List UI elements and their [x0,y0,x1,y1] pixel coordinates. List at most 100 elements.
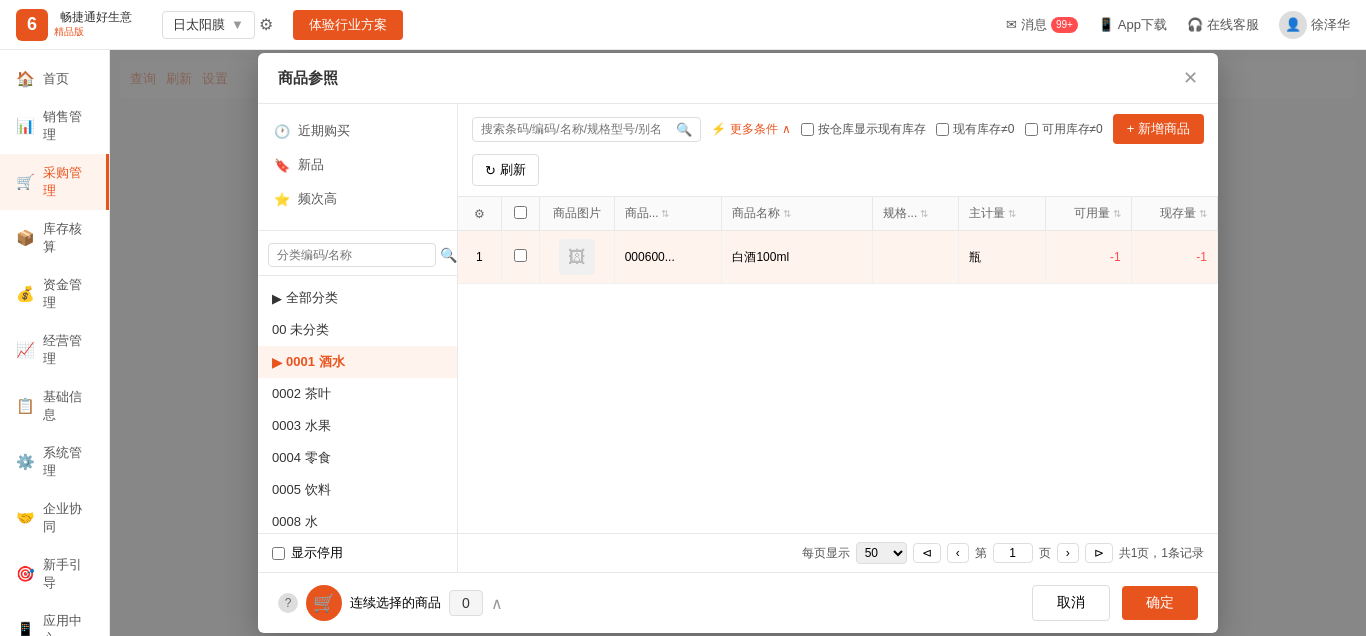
sidebar-item-collab[interactable]: 🤝 企业协同 [0,490,109,546]
select-all-checkbox[interactable] [514,206,527,219]
sidebar-item-management[interactable]: 📈 经营管理 [0,322,109,378]
logo-area: 6 畅捷通好生意 精品版 [16,9,132,41]
sidebar-item-guide[interactable]: 🎯 新手引导 [0,546,109,602]
divider [258,230,457,231]
sidebar-item-finance[interactable]: 💰 资金管理 [0,266,109,322]
current-stock-checkbox-label[interactable]: 现有库存≠0 [936,121,1014,138]
th-checkbox[interactable] [501,197,540,231]
clock-icon: 🕐 [274,124,290,139]
category-0005[interactable]: 0005 饮料 [258,474,457,506]
store-selector[interactable]: 日太阳膜 ▼ [162,11,255,39]
tab-recent-purchase[interactable]: 🕐 近期购买 [258,114,457,148]
app-download-button[interactable]: 📱 App下载 [1098,16,1167,34]
tab-new-products[interactable]: 🔖 新品 [258,148,457,182]
current-stock-checkbox[interactable] [936,123,949,136]
collab-icon: 🤝 [16,509,35,527]
th-name[interactable]: 商品名称 [722,197,873,231]
available-stock-checkbox[interactable] [1025,123,1038,136]
tab-frequent[interactable]: ⭐ 频次高 [258,182,457,216]
product-search-bar[interactable]: 🔍 [472,117,701,142]
table-row[interactable]: 1 🖼 000600... 白酒100ml [458,231,1218,284]
star-icon: ⭐ [274,192,290,207]
sidebar-item-apps[interactable]: 📱 应用中心 [0,602,109,636]
help-icon[interactable]: ? [278,593,298,613]
th-code[interactable]: 商品... [614,197,722,231]
category-0002-label: 0002 茶叶 [272,385,331,403]
show-disabled-checkbox[interactable] [272,547,285,560]
sidebar-item-purchase[interactable]: 🛒 采购管理 [0,154,109,210]
th-stock[interactable]: 现存量 [1131,197,1217,231]
category-all[interactable]: ▶ 全部分类 [258,282,457,314]
confirm-button[interactable]: 确定 [1122,586,1198,620]
total-info: 共1页，1条记录 [1119,545,1204,562]
category-0001[interactable]: ▶ 0001 酒水 [258,346,457,378]
category-search-input[interactable] [268,243,436,267]
modal-title: 商品参照 [278,69,338,88]
refresh-button[interactable]: ↻ 刷新 [472,154,539,186]
category-0004-label: 0004 零食 [272,449,331,467]
th-available[interactable]: 可用量 [1045,197,1131,231]
filter-button[interactable]: ⚡ 更多条件 ∧ [711,121,791,138]
settings-button[interactable]: ⚙ [255,11,277,38]
store-arrow-icon: ▼ [231,17,244,32]
sidebar-label-sales: 销售管理 [43,108,93,144]
sidebar-item-basic[interactable]: 📋 基础信息 [0,378,109,434]
last-page-button[interactable]: ⊳ [1085,543,1113,563]
sidebar-item-home[interactable]: 🏠 首页 [0,60,109,98]
next-page-button[interactable]: › [1057,543,1079,563]
available-stock-checkbox-label[interactable]: 可用库存≠0 [1025,121,1103,138]
warehouse-stock-checkbox-label[interactable]: 按仓库显示现有库存 [801,121,926,138]
th-spec[interactable]: 规格... [873,197,959,231]
pagination-row: 每页显示 50 20 100 ⊲ ‹ 第 页 › [458,533,1218,572]
service-label: 在线客服 [1207,16,1259,34]
category-0008[interactable]: 0008 水 [258,506,457,533]
prev-page-button[interactable]: ‹ [947,543,969,563]
category-0004[interactable]: 0004 零食 [258,442,457,474]
product-search-input[interactable] [481,122,672,136]
page-input[interactable] [993,543,1033,563]
category-0003[interactable]: 0003 水果 [258,410,457,442]
sidebar-label-purchase: 采购管理 [43,164,90,200]
message-button[interactable]: ✉ 消息 99+ [1006,16,1078,34]
row-checkbox[interactable] [514,249,527,262]
show-disabled-row: 显示停用 [258,533,457,572]
inventory-icon: 📦 [16,229,35,247]
main-layout: 🏠 首页 📊 销售管理 🛒 采购管理 📦 库存核算 💰 资金管理 📈 经营管理 … [0,50,1366,636]
modal-close-button[interactable]: ✕ [1183,67,1198,89]
add-product-button[interactable]: + 新增商品 [1113,114,1204,144]
user-name: 徐泽华 [1311,16,1350,34]
sidebar-label-collab: 企业协同 [43,500,93,536]
sidebar-item-system[interactable]: ⚙️ 系统管理 [0,434,109,490]
category-00[interactable]: 00 未分类 [258,314,457,346]
filter-arrow-icon: ∧ [782,122,791,136]
category-0002[interactable]: 0002 茶叶 [258,378,457,410]
message-icon: ✉ [1006,17,1017,32]
sidebar-item-inventory[interactable]: 📦 库存核算 [0,210,109,266]
filter-label: 更多条件 [730,121,778,138]
user-profile[interactable]: 👤 徐泽华 [1279,11,1350,39]
first-page-button[interactable]: ⊲ [913,543,941,563]
cart-count: 0 [449,590,483,616]
cell-check[interactable] [501,231,540,284]
experience-button[interactable]: 体验行业方案 [293,10,403,40]
collapse-cart-button[interactable]: ∧ [491,594,503,613]
category-search-button[interactable]: 🔍 [440,247,457,263]
th-unit[interactable]: 主计量 [959,197,1045,231]
toolbar-row: 🔍 ⚡ 更多条件 ∧ 按仓库显示现有库存 [458,104,1218,197]
th-settings[interactable]: ⚙ [458,197,501,231]
warehouse-stock-label: 按仓库显示现有库存 [818,121,926,138]
product-image: 🖼 [559,239,595,275]
cancel-button[interactable]: 取消 [1032,585,1110,621]
sales-icon: 📊 [16,117,35,135]
warehouse-stock-checkbox[interactable] [801,123,814,136]
expand-icon: ▶ [272,291,282,306]
management-icon: 📈 [16,341,35,359]
refresh-label: 刷新 [500,161,526,179]
per-page-select[interactable]: 50 20 100 [856,542,907,564]
service-button[interactable]: 🎧 在线客服 [1187,16,1259,34]
message-badge: 99+ [1051,17,1078,33]
category-0008-label: 0008 水 [272,513,318,531]
th-image: 商品图片 [540,197,614,231]
sidebar-item-sales[interactable]: 📊 销售管理 [0,98,109,154]
modal-overlay: 商品参照 ✕ 🕐 近期购买 🔖 [110,50,1366,636]
